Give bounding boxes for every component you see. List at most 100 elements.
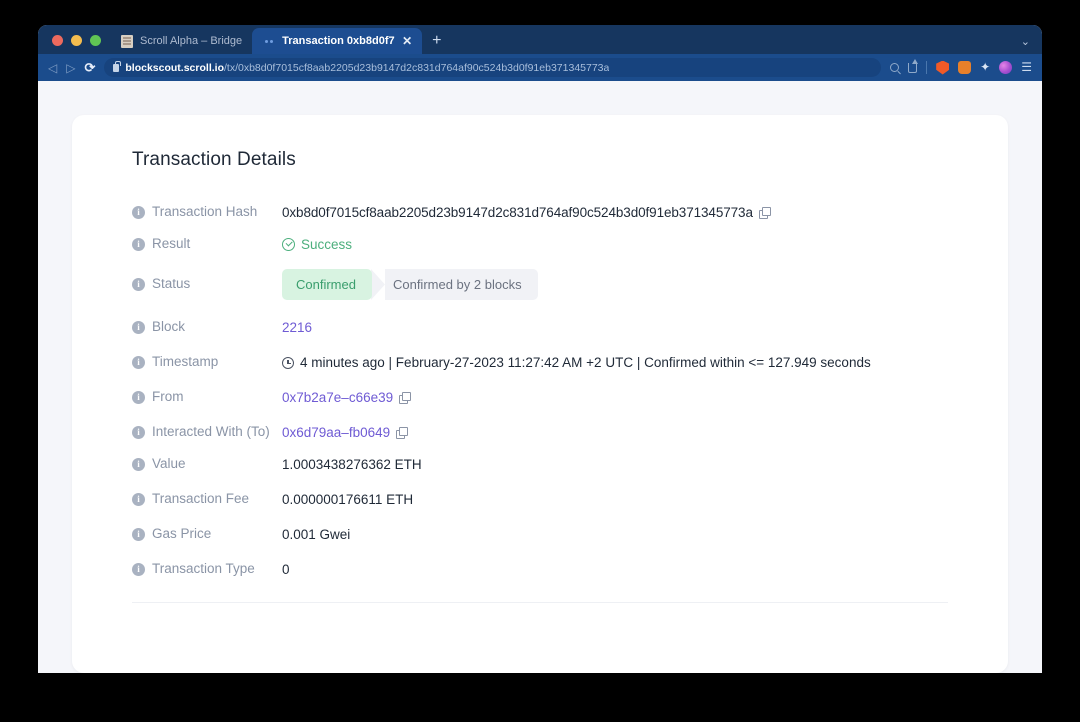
row-value: 0.000000176611 ETH xyxy=(282,488,413,510)
new-tab-button[interactable]: + xyxy=(422,33,449,54)
gas-price-amount: 0.001 Gwei xyxy=(282,524,350,545)
row-transaction-hash: i Transaction Hash 0xb8d0f7015cf8aab2205… xyxy=(132,201,980,223)
row-label-text: Timestamp xyxy=(152,352,218,372)
row-interacted-with: i Interacted With (To) 0x6d79aa–fb0649 xyxy=(132,421,980,443)
info-icon[interactable]: i xyxy=(132,278,145,291)
transaction-fee-amount: 0.000000176611 ETH xyxy=(282,489,413,510)
brave-shield-icon[interactable] xyxy=(936,61,949,75)
row-label: i From xyxy=(132,386,282,407)
copy-icon[interactable] xyxy=(396,427,407,438)
badge-chevron-shape xyxy=(371,269,385,300)
status-badge: Success xyxy=(282,234,352,255)
row-value-eth: i Value 1.0003438276362 ETH xyxy=(132,453,980,475)
info-icon[interactable]: i xyxy=(132,238,145,251)
url-path: /tx/0xb8d0f7015cf8aab2205d23b9147d2c831d… xyxy=(224,62,609,74)
row-label-text: From xyxy=(152,387,184,407)
transaction-type-value: 0 xyxy=(282,559,290,580)
tab-strip: Scroll Alpha – Bridge Transaction 0xb8d0… xyxy=(38,25,1042,54)
row-value: Success xyxy=(282,233,352,255)
row-value: 2216 xyxy=(282,316,312,338)
info-icon[interactable]: i xyxy=(132,493,145,506)
transaction-hash-value: 0xb8d0f7015cf8aab2205d23b9147d2c831d764a… xyxy=(282,202,753,223)
browser-menu-icon[interactable]: ☰ xyxy=(1021,61,1032,74)
check-circle-icon xyxy=(282,238,295,251)
row-value: 0xb8d0f7015cf8aab2205d23b9147d2c831d764a… xyxy=(282,201,770,223)
to-address-link[interactable]: 0x6d79aa–fb0649 xyxy=(282,422,390,443)
info-icon[interactable]: i xyxy=(132,321,145,334)
row-transaction-fee: i Transaction Fee 0.000000176611 ETH xyxy=(132,488,980,510)
url-domain: blockscout.scroll.io xyxy=(125,62,224,74)
forward-button[interactable]: ▷ xyxy=(66,62,75,74)
row-label-text: Transaction Fee xyxy=(152,489,249,509)
info-icon[interactable]: i xyxy=(132,563,145,576)
row-label: i Transaction Fee xyxy=(132,488,282,509)
tab-scroll-alpha-bridge[interactable]: Scroll Alpha – Bridge xyxy=(111,28,252,54)
row-label-text: Gas Price xyxy=(152,524,211,544)
maximize-window-button[interactable] xyxy=(90,35,101,46)
section-divider xyxy=(132,602,948,603)
address-bar: ◁ ▷ ⟳ blockscout.scroll.io/tx/0xb8d0f701… xyxy=(38,54,1042,81)
row-label: i Interacted With (To) xyxy=(132,421,282,442)
block-number-link[interactable]: 2216 xyxy=(282,317,312,338)
row-value: 0x7b2a7e–c66e39 xyxy=(282,386,410,408)
info-icon[interactable]: i xyxy=(132,528,145,541)
row-label-text: Block xyxy=(152,317,185,337)
row-label: i Gas Price xyxy=(132,523,282,544)
lock-icon xyxy=(113,64,119,72)
row-value: 4 minutes ago | February-27-2023 11:27:4… xyxy=(282,351,871,373)
minimize-window-button[interactable] xyxy=(71,35,82,46)
url-input[interactable]: blockscout.scroll.io/tx/0xb8d0f7015cf8aa… xyxy=(104,58,881,77)
info-icon[interactable]: i xyxy=(132,356,145,369)
puzzle-extensions-icon[interactable]: ✦ xyxy=(980,61,990,74)
status-badge-blocks: Confirmed by 2 blocks xyxy=(385,269,538,300)
from-address-link[interactable]: 0x7b2a7e–c66e39 xyxy=(282,387,393,408)
row-label-text: Result xyxy=(152,234,190,254)
info-icon[interactable]: i xyxy=(132,391,145,404)
blockscout-dots-icon xyxy=(262,35,275,48)
reload-button[interactable]: ⟳ xyxy=(84,61,95,74)
tab-transaction-details[interactable]: Transaction 0xb8d0f7015cf8a ✕ xyxy=(252,28,422,54)
tab-title: Scroll Alpha – Bridge xyxy=(140,35,242,47)
browser-toolbar-icons: ✦ ☰ xyxy=(890,61,1032,75)
row-timestamp: i Timestamp 4 minutes ago | February-27-… xyxy=(132,351,980,373)
row-value: 0 xyxy=(282,558,290,580)
timestamp-value: 4 minutes ago | February-27-2023 11:27:4… xyxy=(300,352,871,373)
close-window-button[interactable] xyxy=(52,35,63,46)
document-icon xyxy=(121,35,133,48)
transaction-details-list: i Transaction Hash 0xb8d0f7015cf8aab2205… xyxy=(132,201,980,580)
info-icon[interactable]: i xyxy=(132,426,145,439)
info-icon[interactable]: i xyxy=(132,458,145,471)
row-value: 0x6d79aa–fb0649 xyxy=(282,421,407,443)
copy-icon[interactable] xyxy=(759,207,770,218)
chevron-down-icon[interactable]: ⌄ xyxy=(1021,35,1030,48)
row-label: i Timestamp xyxy=(132,351,282,372)
info-icon[interactable]: i xyxy=(132,206,145,219)
status-badge-confirmed: Confirmed xyxy=(282,269,372,300)
search-icon[interactable] xyxy=(890,63,899,72)
row-value: Confirmed Confirmed by 2 blocks xyxy=(282,268,538,300)
row-label: i Result xyxy=(132,233,282,254)
page-viewport: Transaction Details i Transaction Hash 0… xyxy=(38,81,1042,673)
orb-extension-icon[interactable] xyxy=(999,61,1012,74)
row-gas-price: i Gas Price 0.001 Gwei xyxy=(132,523,980,545)
copy-icon[interactable] xyxy=(399,392,410,403)
tab-title: Transaction 0xb8d0f7015cf8a xyxy=(282,35,395,47)
row-value: 1.0003438276362 ETH xyxy=(282,453,422,475)
toolbar-divider xyxy=(926,61,927,74)
row-label: i Transaction Type xyxy=(132,558,282,579)
fox-extension-icon[interactable] xyxy=(958,61,971,74)
row-from: i From 0x7b2a7e–c66e39 xyxy=(132,386,980,408)
status-badge-group: Confirmed Confirmed by 2 blocks xyxy=(282,269,538,300)
back-button[interactable]: ◁ xyxy=(48,62,57,74)
row-label-text: Value xyxy=(152,454,186,474)
result-value: Success xyxy=(301,234,352,255)
url-text: blockscout.scroll.io/tx/0xb8d0f7015cf8aa… xyxy=(125,62,609,74)
close-icon[interactable]: ✕ xyxy=(402,35,412,47)
browser-window: Scroll Alpha – Bridge Transaction 0xb8d0… xyxy=(38,25,1042,673)
clock-icon xyxy=(282,357,294,369)
row-transaction-type: i Transaction Type 0 xyxy=(132,558,980,580)
row-label-text: Transaction Type xyxy=(152,559,255,579)
share-icon[interactable] xyxy=(908,63,917,73)
row-block: i Block 2216 xyxy=(132,316,980,338)
page-title: Transaction Details xyxy=(132,149,980,171)
